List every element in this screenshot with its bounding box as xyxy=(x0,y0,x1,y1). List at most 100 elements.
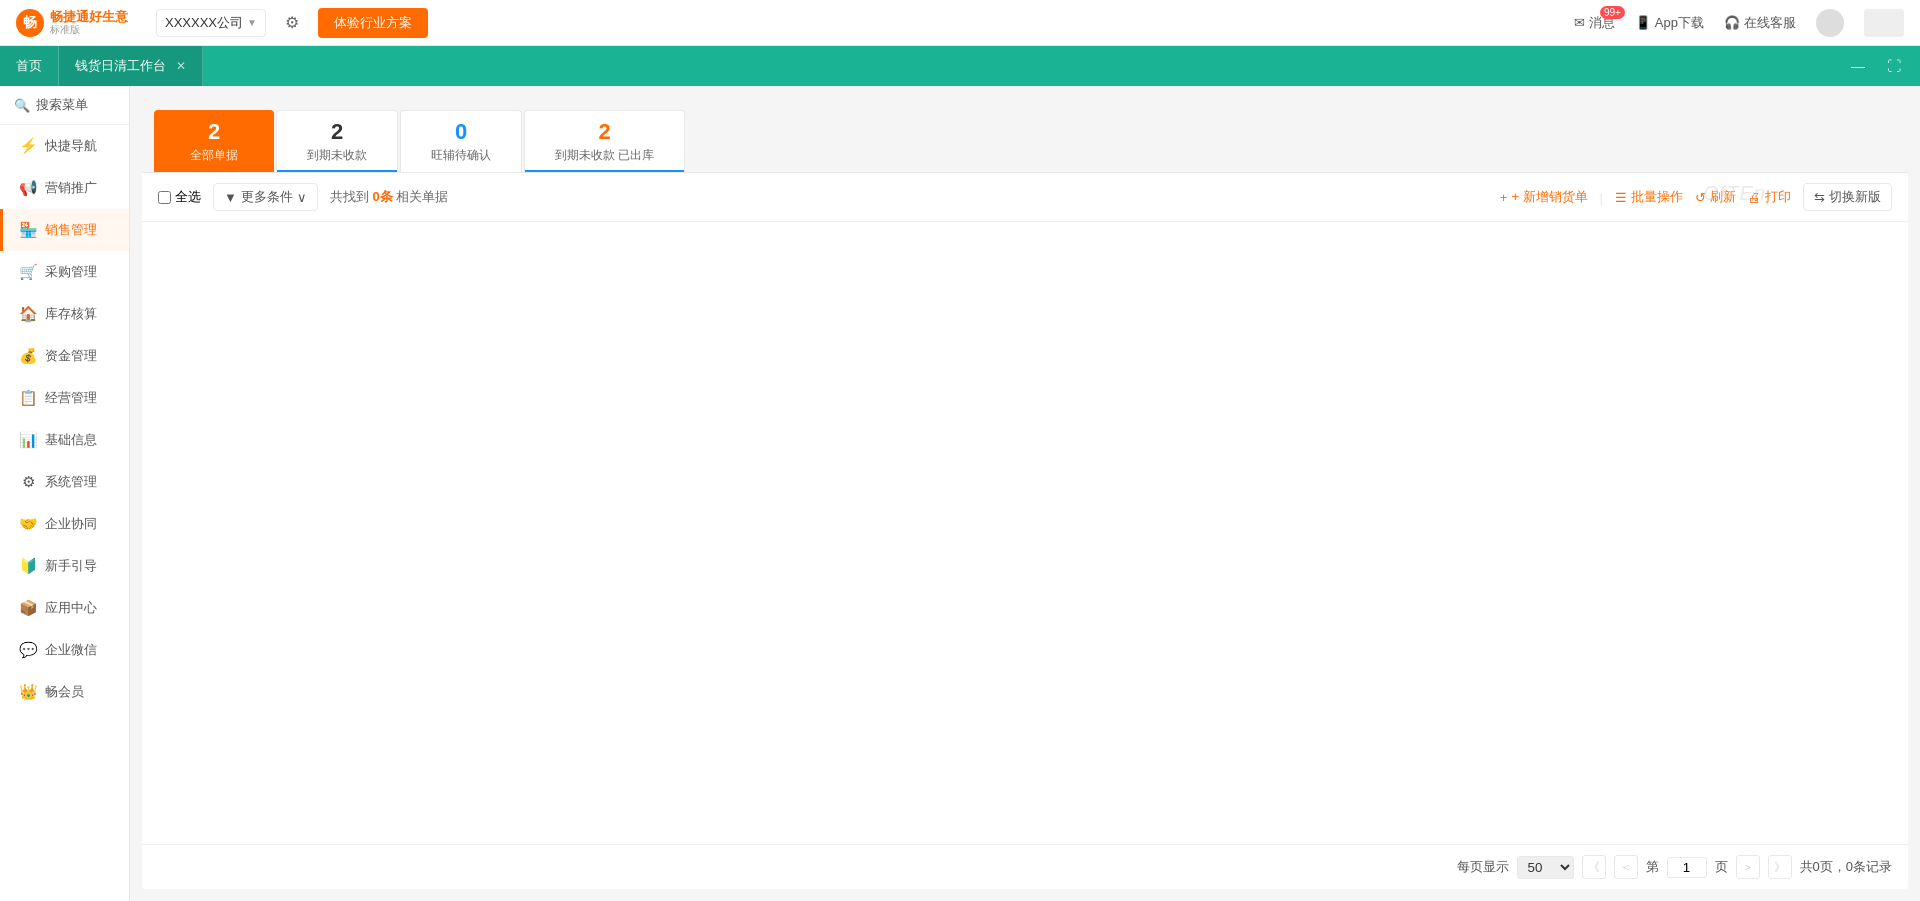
message-badge: 99+ xyxy=(1600,6,1625,19)
total-label: 共0页，0条记录 xyxy=(1800,858,1892,876)
stat-num-overdue: 2 xyxy=(331,121,343,143)
batch-operation-button[interactable]: ☰ 批量操作 xyxy=(1615,188,1683,206)
sidebar-item-app-center[interactable]: 📦 应用中心 xyxy=(0,587,129,629)
tab-minimize-button[interactable]: — xyxy=(1844,52,1872,80)
sidebar-item-member[interactable]: 👑 畅会员 xyxy=(0,671,129,713)
user-name[interactable] xyxy=(1864,9,1904,37)
stat-tab-overdue[interactable]: 2 到期未收款 xyxy=(276,110,398,172)
prev-page-button[interactable]: ＜ xyxy=(1614,855,1638,879)
next-page-button[interactable]: ＞ xyxy=(1736,855,1760,879)
header-left: 畅 畅捷通好生意 标准版 XXXXXX公司 ▼ ⚙ 体验行业方案 xyxy=(16,7,428,39)
sidebar-item-basic-info[interactable]: 📊 基础信息 xyxy=(0,419,129,461)
top-header: 畅 畅捷通好生意 标准版 XXXXXX公司 ▼ ⚙ 体验行业方案 ✉ 消息 99… xyxy=(0,0,1920,46)
company-selector[interactable]: XXXXXX公司 ▼ xyxy=(156,9,266,37)
stat-tab-all[interactable]: 2 全部单据 xyxy=(154,110,274,172)
stat-label-overdue-out: 到期未收款 已出库 xyxy=(555,147,654,164)
sidebar-item-guide[interactable]: 🔰 新手引导 xyxy=(0,545,129,587)
main-content: 2 全部单据 2 到期未收款 0 旺辅待确认 xyxy=(130,86,1920,901)
sidebar-item-quick-nav[interactable]: ⚡ 快捷导航 xyxy=(0,125,129,167)
trial-button[interactable]: 体验行业方案 xyxy=(318,8,428,38)
tab-home[interactable]: 首页 xyxy=(0,46,59,86)
sidebar-item-marketing[interactable]: 📢 营销推广 xyxy=(0,167,129,209)
app-download-button[interactable]: 📱 App下载 xyxy=(1635,14,1704,32)
purchase-icon: 🛒 xyxy=(19,263,37,281)
pending-progress xyxy=(401,170,521,172)
add-sales-order-button[interactable]: + + 新增销货单 xyxy=(1500,188,1588,206)
guide-icon: 🔰 xyxy=(19,557,37,575)
settings-button[interactable]: ⚙ xyxy=(276,7,308,39)
stat-num-pending: 0 xyxy=(455,121,467,143)
filter-button[interactable]: ▼ 更多条件 ∨ xyxy=(213,183,318,211)
search-menu-button[interactable]: 🔍 搜索菜单 xyxy=(0,86,129,125)
app-center-icon: 📦 xyxy=(19,599,37,617)
logo-text: 畅捷通好生意 标准版 xyxy=(50,9,128,37)
content-body: 2 全部单据 2 到期未收款 0 旺辅待确认 xyxy=(142,98,1908,889)
switch-version-button[interactable]: ⇆ 切换新版 xyxy=(1803,183,1892,211)
overdue-progress xyxy=(277,170,397,172)
tab-bar-actions: — ⛶ xyxy=(1844,46,1920,86)
marketing-icon: 📢 xyxy=(19,179,37,197)
filter-icon: ▼ xyxy=(224,190,237,205)
search-icon: 🔍 xyxy=(14,98,30,113)
stat-num-all: 2 xyxy=(208,121,220,143)
divider-1: | xyxy=(1600,190,1603,205)
stat-num-overdue-out: 2 xyxy=(599,121,611,143)
stat-label-overdue: 到期未收款 xyxy=(307,147,367,164)
print-button[interactable]: 🖨 打印 xyxy=(1748,188,1791,206)
page-size-select[interactable]: 50 20 100 xyxy=(1517,856,1574,879)
print-icon: 🖨 xyxy=(1748,190,1761,205)
tab-work-bench[interactable]: 钱货日清工作台 ✕ xyxy=(59,46,203,86)
refresh-button[interactable]: ↺ 刷新 xyxy=(1695,188,1736,206)
service-icon: 🎧 xyxy=(1724,15,1740,30)
tab-bar: 首页 钱货日清工作台 ✕ — ⛶ xyxy=(0,46,1920,86)
page-number-input[interactable] xyxy=(1667,857,1707,878)
finance-icon: 💰 xyxy=(19,347,37,365)
cooperation-icon: 🤝 xyxy=(19,515,37,533)
stat-label-all: 全部单据 xyxy=(190,147,238,164)
logo-area: 畅 畅捷通好生意 标准版 xyxy=(16,9,146,37)
pagination-bar: 每页显示 50 20 100 《 ＜ 第 页 ＞ 》 共0页，0条记录 xyxy=(142,844,1908,889)
inventory-icon: 🏠 xyxy=(19,305,37,323)
sales-icon: 🏪 xyxy=(19,221,37,239)
first-page-button[interactable]: 《 xyxy=(1582,855,1606,879)
message-button[interactable]: ✉ 消息 99+ xyxy=(1574,14,1615,32)
avatar[interactable] xyxy=(1816,9,1844,37)
sidebar-item-system[interactable]: ⚙ 系统管理 xyxy=(0,461,129,503)
stats-tabs: 2 全部单据 2 到期未收款 0 旺辅待确认 xyxy=(142,98,1908,173)
sidebar-item-operations[interactable]: 📋 经营管理 xyxy=(0,377,129,419)
toolbar: 全选 ▼ 更多条件 ∨ 共找到 0条 相关单据 + + 新增销货单 | xyxy=(142,173,1908,222)
stat-tab-pending[interactable]: 0 旺辅待确认 xyxy=(400,110,522,172)
online-service-button[interactable]: 🎧 在线客服 xyxy=(1724,14,1796,32)
stat-tab-overdue-out[interactable]: 2 到期未收款 已出库 xyxy=(524,110,685,172)
member-icon: 👑 xyxy=(19,683,37,701)
last-page-button[interactable]: 》 xyxy=(1768,855,1792,879)
sidebar-item-cooperation[interactable]: 🤝 企业协同 xyxy=(0,503,129,545)
batch-icon: ☰ xyxy=(1615,190,1627,205)
sidebar: 🔍 搜索菜单 ⚡ 快捷导航 📢 营销推广 🏪 销售管理 🛒 采购管理 🏠 库存核… xyxy=(0,86,130,901)
overdue-progress-fill xyxy=(277,170,397,172)
refresh-icon: ↺ xyxy=(1695,190,1706,205)
system-icon: ⚙ xyxy=(19,473,37,491)
sidebar-item-purchase[interactable]: 🛒 采购管理 xyxy=(0,251,129,293)
sidebar-item-sales[interactable]: 🏪 销售管理 xyxy=(0,209,129,251)
operations-icon: 📋 xyxy=(19,389,37,407)
filter-chevron-icon: ∨ xyxy=(297,190,307,205)
page-label: 第 xyxy=(1646,858,1659,876)
sidebar-item-finance[interactable]: 💰 资金管理 xyxy=(0,335,129,377)
tab-close-icon[interactable]: ✕ xyxy=(176,59,186,73)
select-all-input[interactable] xyxy=(158,191,171,204)
stat-label-pending: 旺辅待确认 xyxy=(431,147,491,164)
logo-icon: 畅 xyxy=(16,9,44,37)
toolbar-right: + + 新增销货单 | ☰ 批量操作 ↺ 刷新 🖨 打印 ⇆ xyxy=(1500,183,1892,211)
page-suffix-label: 页 xyxy=(1715,858,1728,876)
sidebar-item-inventory[interactable]: 🏠 库存核算 xyxy=(0,293,129,335)
overdue-out-progress-fill xyxy=(525,170,684,172)
tab-maximize-button[interactable]: ⛶ xyxy=(1880,52,1908,80)
select-all-checkbox[interactable]: 全选 xyxy=(158,188,201,206)
overdue-out-progress xyxy=(525,170,684,172)
toolbar-left: 全选 ▼ 更多条件 ∨ 共找到 0条 相关单据 xyxy=(158,183,1488,211)
found-text: 共找到 0条 相关单据 xyxy=(330,188,448,206)
basic-info-icon: 📊 xyxy=(19,431,37,449)
sidebar-item-wechat[interactable]: 💬 企业微信 xyxy=(0,629,129,671)
company-dropdown-icon: ▼ xyxy=(247,17,257,28)
